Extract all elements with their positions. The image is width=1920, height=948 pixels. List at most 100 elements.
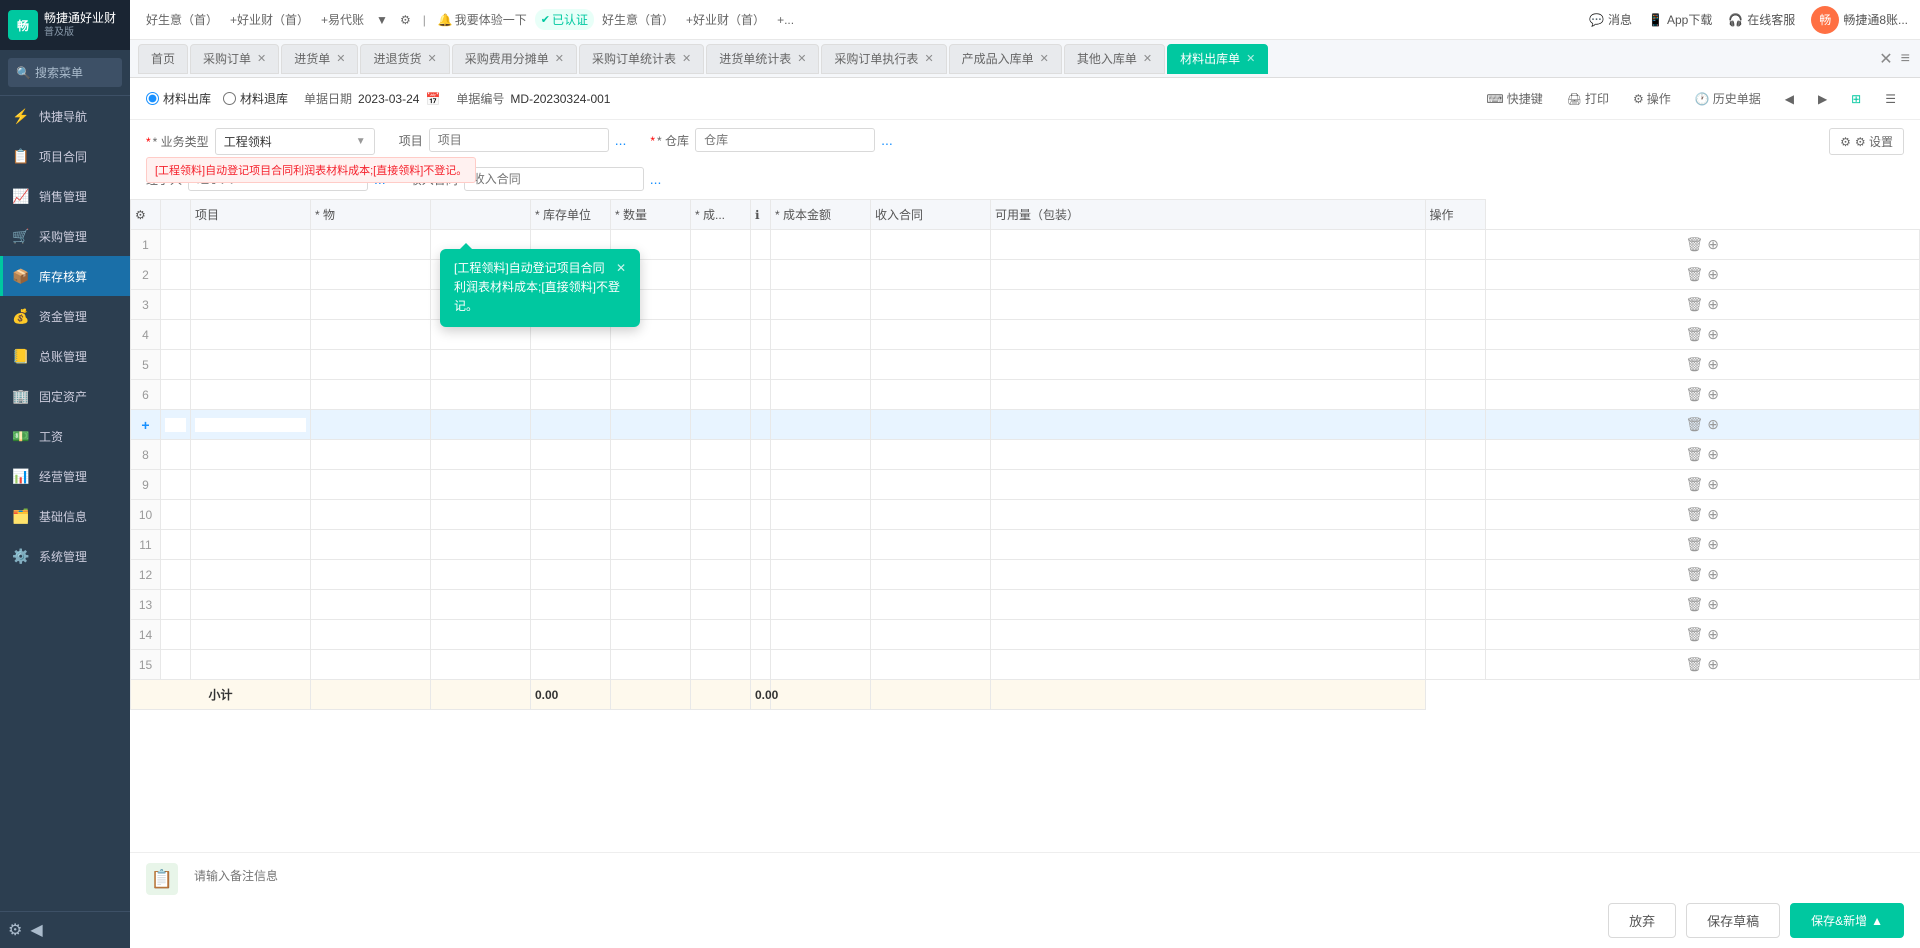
delete-row-button[interactable]: 🗑: [1683, 324, 1705, 345]
cell-empty[interactable]: [751, 440, 771, 470]
cell-empty[interactable]: [871, 230, 991, 260]
copy-row-button[interactable]: ⊕: [1705, 624, 1721, 645]
cell-empty[interactable]: [431, 500, 531, 530]
delete-row-button[interactable]: 🗑: [1683, 534, 1705, 555]
cell-empty[interactable]: [871, 440, 991, 470]
cell-empty[interactable]: [771, 620, 871, 650]
cell-empty[interactable]: [611, 380, 691, 410]
cell-empty[interactable]: [311, 440, 431, 470]
cell-empty[interactable]: [991, 440, 1426, 470]
save-new-dropdown-icon[interactable]: ▲: [1871, 914, 1883, 928]
delete-row-button[interactable]: 🗑: [1683, 294, 1705, 315]
shortcut-button[interactable]: ⌨ 快捷键: [1478, 86, 1550, 111]
cell-project[interactable]: [161, 560, 191, 590]
copy-row-button[interactable]: ⊕: [1705, 564, 1721, 585]
message-button[interactable]: 💬 消息: [1589, 11, 1632, 28]
table-row[interactable]: 13🗑⊕: [131, 590, 1920, 620]
cell-empty[interactable]: [751, 470, 771, 500]
cell-empty[interactable]: [871, 320, 991, 350]
cell-empty[interactable]: [531, 560, 611, 590]
table-row[interactable]: 12🗑⊕: [131, 560, 1920, 590]
cell-empty[interactable]: [611, 500, 691, 530]
cell-empty[interactable]: [691, 590, 751, 620]
business-type-select[interactable]: 工程领料 ▼: [215, 128, 375, 155]
cell-empty[interactable]: [1425, 290, 1485, 320]
cell-project[interactable]: [161, 320, 191, 350]
cell-empty[interactable]: [871, 560, 991, 590]
cell-material[interactable]: [191, 650, 311, 680]
cell-empty[interactable]: [751, 590, 771, 620]
cell-empty[interactable]: [531, 530, 611, 560]
cell-project[interactable]: [161, 530, 191, 560]
cell-project[interactable]: [161, 470, 191, 500]
cell-empty[interactable]: [611, 530, 691, 560]
delete-row-button[interactable]: 🗑: [1683, 654, 1705, 675]
cell-empty[interactable]: [771, 380, 871, 410]
tab-finished-goods[interactable]: 产成品入库单 ✕: [949, 44, 1062, 74]
cell-empty[interactable]: [691, 440, 751, 470]
cell-empty[interactable]: [691, 380, 751, 410]
cell-empty[interactable]: [531, 470, 611, 500]
cell-empty[interactable]: [751, 530, 771, 560]
cell-material[interactable]: [191, 500, 311, 530]
cell-empty[interactable]: [771, 530, 871, 560]
cell-empty[interactable]: [531, 620, 611, 650]
topbar-trial-link[interactable]: 🔔 我要体验一下: [434, 11, 531, 28]
cell-material[interactable]: [191, 440, 311, 470]
cell-empty[interactable]: [691, 530, 751, 560]
cell-empty[interactable]: [991, 530, 1426, 560]
delete-row-button[interactable]: 🗑: [1683, 624, 1705, 645]
cell-empty[interactable]: [991, 410, 1426, 440]
cell-project[interactable]: [161, 290, 191, 320]
delete-row-button[interactable]: 🗑: [1683, 384, 1705, 405]
sidebar-item-sales[interactable]: 📈 销售管理: [0, 176, 130, 216]
cell-empty[interactable]: [311, 290, 431, 320]
cell-empty[interactable]: [531, 650, 611, 680]
cell-empty[interactable]: [991, 470, 1426, 500]
sidebar-item-finance[interactable]: 💰 资金管理: [0, 296, 130, 336]
sidebar-item-quick-nav[interactable]: ⚡ 快捷导航: [0, 96, 130, 136]
save-draft-button[interactable]: 保存草稿: [1686, 903, 1780, 938]
cell-empty[interactable]: [771, 590, 871, 620]
cell-project[interactable]: [161, 350, 191, 380]
cell-empty[interactable]: [1425, 230, 1485, 260]
table-row[interactable]: 10🗑⊕: [131, 500, 1920, 530]
cell-material[interactable]: [191, 530, 311, 560]
cell-empty[interactable]: [611, 350, 691, 380]
copy-row-button[interactable]: ⊕: [1705, 324, 1721, 345]
cell-empty[interactable]: [771, 440, 871, 470]
copy-row-button[interactable]: ⊕: [1705, 384, 1721, 405]
sidebar-item-inventory[interactable]: 📦 库存核算: [0, 256, 130, 296]
cell-empty[interactable]: [871, 530, 991, 560]
tab-close-return[interactable]: ✕: [428, 52, 437, 65]
cell-empty[interactable]: [431, 620, 531, 650]
cell-empty[interactable]: [1425, 320, 1485, 350]
cell-empty[interactable]: [431, 440, 531, 470]
cell-empty[interactable]: [751, 410, 771, 440]
cell-empty[interactable]: [871, 470, 991, 500]
cell-empty[interactable]: [871, 380, 991, 410]
topbar-nav-yidaizhang[interactable]: +易代账: [317, 11, 368, 28]
cell-empty[interactable]: [691, 290, 751, 320]
sidebar-search[interactable]: 🔍 搜索菜单: [0, 50, 130, 96]
cell-empty[interactable]: [991, 650, 1426, 680]
cell-empty[interactable]: [771, 560, 871, 590]
history-button[interactable]: 🕐 历史单据: [1687, 86, 1769, 111]
copy-row-button[interactable]: ⊕: [1705, 594, 1721, 615]
cell-material[interactable]: [191, 470, 311, 500]
delete-row-button[interactable]: 🗑: [1683, 264, 1705, 285]
cell-empty[interactable]: [991, 260, 1426, 290]
radio-material-out[interactable]: 材料出库: [146, 90, 211, 107]
table-row[interactable]: 5🗑⊕: [131, 350, 1920, 380]
cell-empty[interactable]: [431, 560, 531, 590]
cell-empty[interactable]: [751, 320, 771, 350]
project-input[interactable]: [429, 128, 609, 152]
cell-material[interactable]: [191, 410, 311, 440]
tab-close-finished-goods[interactable]: ✕: [1040, 52, 1049, 65]
cell-empty[interactable]: [431, 470, 531, 500]
cell-empty[interactable]: [751, 380, 771, 410]
cell-empty[interactable]: [751, 350, 771, 380]
cell-empty[interactable]: [871, 500, 991, 530]
cell-empty[interactable]: [871, 620, 991, 650]
cell-project[interactable]: [161, 500, 191, 530]
